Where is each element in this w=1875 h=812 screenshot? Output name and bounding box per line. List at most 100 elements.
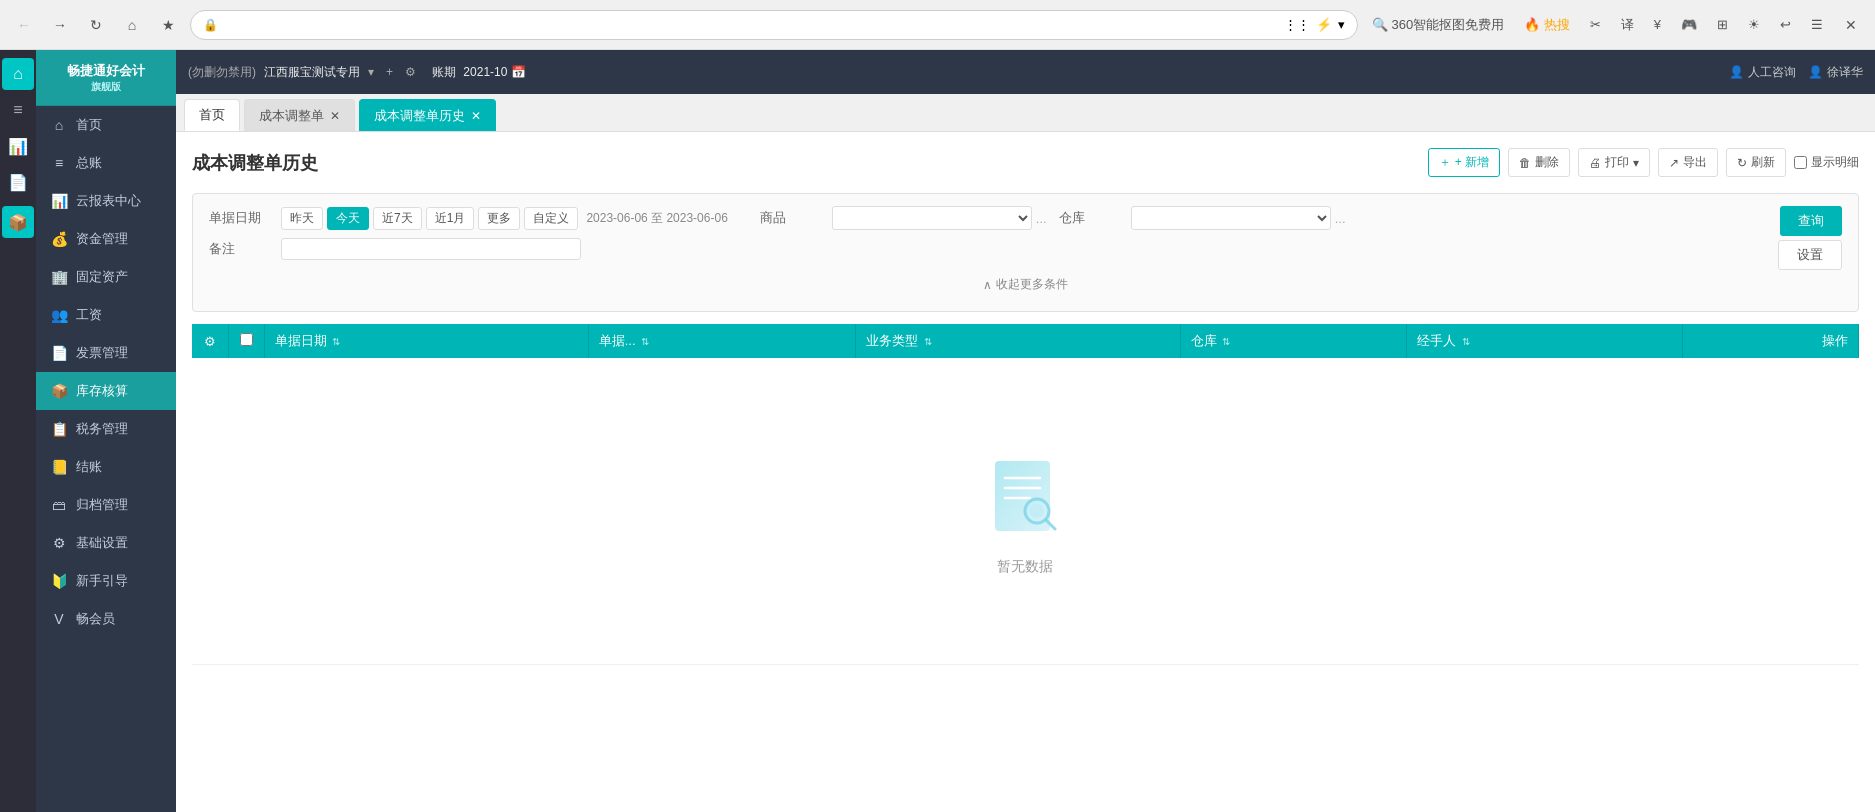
period: 账期 2021-10 📅 bbox=[432, 64, 526, 81]
col-number-label: 单据... bbox=[599, 333, 636, 348]
export-icon: ↗ bbox=[1669, 156, 1679, 170]
export-button[interactable]: ↗ 导出 bbox=[1658, 148, 1718, 177]
bookmark-button[interactable]: ★ bbox=[154, 11, 182, 39]
query-button[interactable]: 查询 bbox=[1780, 206, 1842, 236]
brightness-icon[interactable]: ☀ bbox=[1742, 15, 1766, 34]
delete-button[interactable]: 🗑 删除 bbox=[1508, 148, 1570, 177]
page-title: 成本调整单历史 bbox=[192, 151, 318, 175]
sidebar-label-guide: 新手引导 bbox=[76, 572, 128, 590]
undo-icon[interactable]: ↩ bbox=[1774, 15, 1797, 34]
add-button[interactable]: ＋ + 新增 bbox=[1428, 148, 1500, 177]
grid-icon[interactable]: ⊞ bbox=[1711, 15, 1734, 34]
col-number[interactable]: 单据... ⇅ bbox=[588, 324, 856, 358]
sidebar-item-closing[interactable]: 📒 结账 bbox=[36, 448, 176, 486]
search-btn[interactable]: 🔍 360智能抠图免费用 bbox=[1366, 14, 1510, 36]
sort-number-icon: ⇅ bbox=[641, 336, 649, 347]
show-cols-toggle[interactable]: 显示明细 bbox=[1794, 154, 1859, 171]
goods-select[interactable] bbox=[832, 206, 1032, 230]
sidebar-item-settings[interactable]: ⚙ 基础设置 bbox=[36, 524, 176, 562]
col-date[interactable]: 单据日期 ⇅ bbox=[264, 324, 588, 358]
sidebar-item-salary[interactable]: 👥 工资 bbox=[36, 296, 176, 334]
warehouse-more-icon[interactable]: ... bbox=[1335, 211, 1346, 226]
sidebar-item-guide[interactable]: 🔰 新手引导 bbox=[36, 562, 176, 600]
sidebar-item-ledger[interactable]: ≡ 总账 bbox=[36, 144, 176, 182]
goods-filter-label: 商品 bbox=[760, 209, 820, 227]
remark-input[interactable] bbox=[281, 238, 581, 260]
url-input[interactable]: https://cloud.chanjet.com/accounting/uru… bbox=[224, 17, 1278, 32]
back-button[interactable]: ← bbox=[10, 11, 38, 39]
content-area: 成本调整单历史 ＋ + 新增 🗑 删除 🖨 打印 ▾ bbox=[176, 132, 1875, 812]
tab-cost-adjust-label: 成本调整单 bbox=[259, 107, 324, 125]
forward-button[interactable]: → bbox=[46, 11, 74, 39]
sidebar-item-member[interactable]: V 畅会员 bbox=[36, 600, 176, 638]
sidebar-label-funds: 资金管理 bbox=[76, 230, 128, 248]
sidebar: 畅捷通好会计 旗舰版 ⌂ 首页 ≡ 总账 📊 云报表中心 💰 资金管理 🏢 固定… bbox=[36, 50, 176, 812]
date-btn-7days[interactable]: 近7天 bbox=[373, 207, 422, 230]
top-bar-right: 👤 人工咨询 👤 徐译华 bbox=[1729, 64, 1863, 81]
menu-icon[interactable]: ☰ bbox=[1805, 15, 1829, 34]
sidebar-item-home[interactable]: ⌂ 首页 bbox=[36, 106, 176, 144]
reload-button[interactable]: ↻ bbox=[82, 11, 110, 39]
delete-icon: 🗑 bbox=[1519, 156, 1531, 170]
sidebar-item-tax[interactable]: 📋 税务管理 bbox=[36, 410, 176, 448]
date-btn-yesterday[interactable]: 昨天 bbox=[281, 207, 323, 230]
iconbar-home[interactable]: ⌂ bbox=[2, 58, 34, 90]
date-btn-1month[interactable]: 近1月 bbox=[426, 207, 475, 230]
empty-row: 暂无数据 bbox=[192, 358, 1859, 665]
tab-cost-adjust-history-label: 成本调整单历史 bbox=[374, 107, 465, 125]
logo-text: 畅捷通好会计 bbox=[67, 62, 145, 80]
tab-home[interactable]: 首页 bbox=[184, 99, 240, 131]
sidebar-icon-closing: 📒 bbox=[50, 459, 68, 475]
col-warehouse[interactable]: 仓库 ⇅ bbox=[1180, 324, 1407, 358]
iconbar-item3[interactable]: 📄 bbox=[2, 166, 34, 198]
col-warehouse-label: 仓库 bbox=[1191, 333, 1217, 348]
home-button[interactable]: ⌂ bbox=[118, 11, 146, 39]
sidebar-icon-settings: ⚙ bbox=[50, 535, 68, 551]
game-icon[interactable]: 🎮 bbox=[1675, 15, 1703, 34]
date-btn-more[interactable]: 更多 bbox=[478, 207, 520, 230]
translate-icon[interactable]: 译 bbox=[1615, 14, 1640, 36]
show-cols-checkbox-input[interactable] bbox=[1794, 156, 1807, 169]
collapse-row[interactable]: ∧ 收起更多条件 bbox=[209, 270, 1842, 299]
sidebar-label-member: 畅会员 bbox=[76, 610, 115, 628]
table-body: 暂无数据 bbox=[192, 358, 1859, 665]
goods-more-icon[interactable]: ... bbox=[1036, 211, 1047, 226]
tab-bar: 首页 成本调整单 ✕ 成本调整单历史 ✕ bbox=[176, 94, 1875, 132]
sidebar-item-archive[interactable]: 🗃 归档管理 bbox=[36, 486, 176, 524]
select-all-checkbox[interactable] bbox=[240, 333, 253, 346]
sidebar-item-invoice[interactable]: 📄 发票管理 bbox=[36, 334, 176, 372]
col-settings[interactable]: ⚙ bbox=[192, 324, 228, 358]
tab-cost-adjust-history-close[interactable]: ✕ bbox=[471, 109, 481, 123]
sidebar-item-reports[interactable]: 📊 云报表中心 bbox=[36, 182, 176, 220]
filter-row-2: 备注 bbox=[209, 238, 1770, 260]
col-biz-type[interactable]: 业务类型 ⇅ bbox=[856, 324, 1180, 358]
sidebar-label-assets: 固定资产 bbox=[76, 268, 128, 286]
scissors-icon[interactable]: ✂ bbox=[1584, 15, 1607, 34]
service-button[interactable]: 👤 人工咨询 bbox=[1729, 64, 1796, 81]
warehouse-select[interactable] bbox=[1131, 206, 1331, 230]
iconbar-item1[interactable]: ≡ bbox=[2, 94, 34, 126]
date-btn-today[interactable]: 今天 bbox=[327, 207, 369, 230]
tab-cost-adjust[interactable]: 成本调整单 ✕ bbox=[244, 99, 355, 131]
user-button[interactable]: 👤 徐译华 bbox=[1808, 64, 1863, 81]
sidebar-item-inventory[interactable]: 📦 库存核算 bbox=[36, 372, 176, 410]
iconbar-item4[interactable]: 📦 bbox=[2, 206, 34, 238]
col-handler[interactable]: 经手人 ⇅ bbox=[1407, 324, 1683, 358]
print-button[interactable]: 🖨 打印 ▾ bbox=[1578, 148, 1650, 177]
refresh-button[interactable]: ↻ 刷新 bbox=[1726, 148, 1786, 177]
table-header-row: ⚙ 单据日期 ⇅ 单据... ⇅ 业务类型 bbox=[192, 324, 1859, 358]
tab-cost-adjust-history[interactable]: 成本调整单历史 ✕ bbox=[359, 99, 496, 131]
sidebar-label-reports: 云报表中心 bbox=[76, 192, 141, 210]
filter-row-1: 单据日期 昨天 今天 近7天 近1月 更多 自定义 2023-06-06 至 2… bbox=[209, 206, 1770, 230]
apps-icon: ⋮⋮ bbox=[1284, 17, 1310, 32]
tab-cost-adjust-close[interactable]: ✕ bbox=[330, 109, 340, 123]
sidebar-item-funds[interactable]: 💰 资金管理 bbox=[36, 220, 176, 258]
iconbar-item2[interactable]: 📊 bbox=[2, 130, 34, 162]
sidebar-icon-member: V bbox=[50, 611, 68, 627]
date-btn-custom[interactable]: 自定义 bbox=[524, 207, 578, 230]
col-checkbox[interactable] bbox=[228, 324, 264, 358]
filter-settings-button[interactable]: 设置 bbox=[1778, 240, 1842, 270]
close-browser-button[interactable]: ✕ bbox=[1837, 11, 1865, 39]
wallet-icon[interactable]: ¥ bbox=[1648, 15, 1667, 34]
sidebar-item-assets[interactable]: 🏢 固定资产 bbox=[36, 258, 176, 296]
